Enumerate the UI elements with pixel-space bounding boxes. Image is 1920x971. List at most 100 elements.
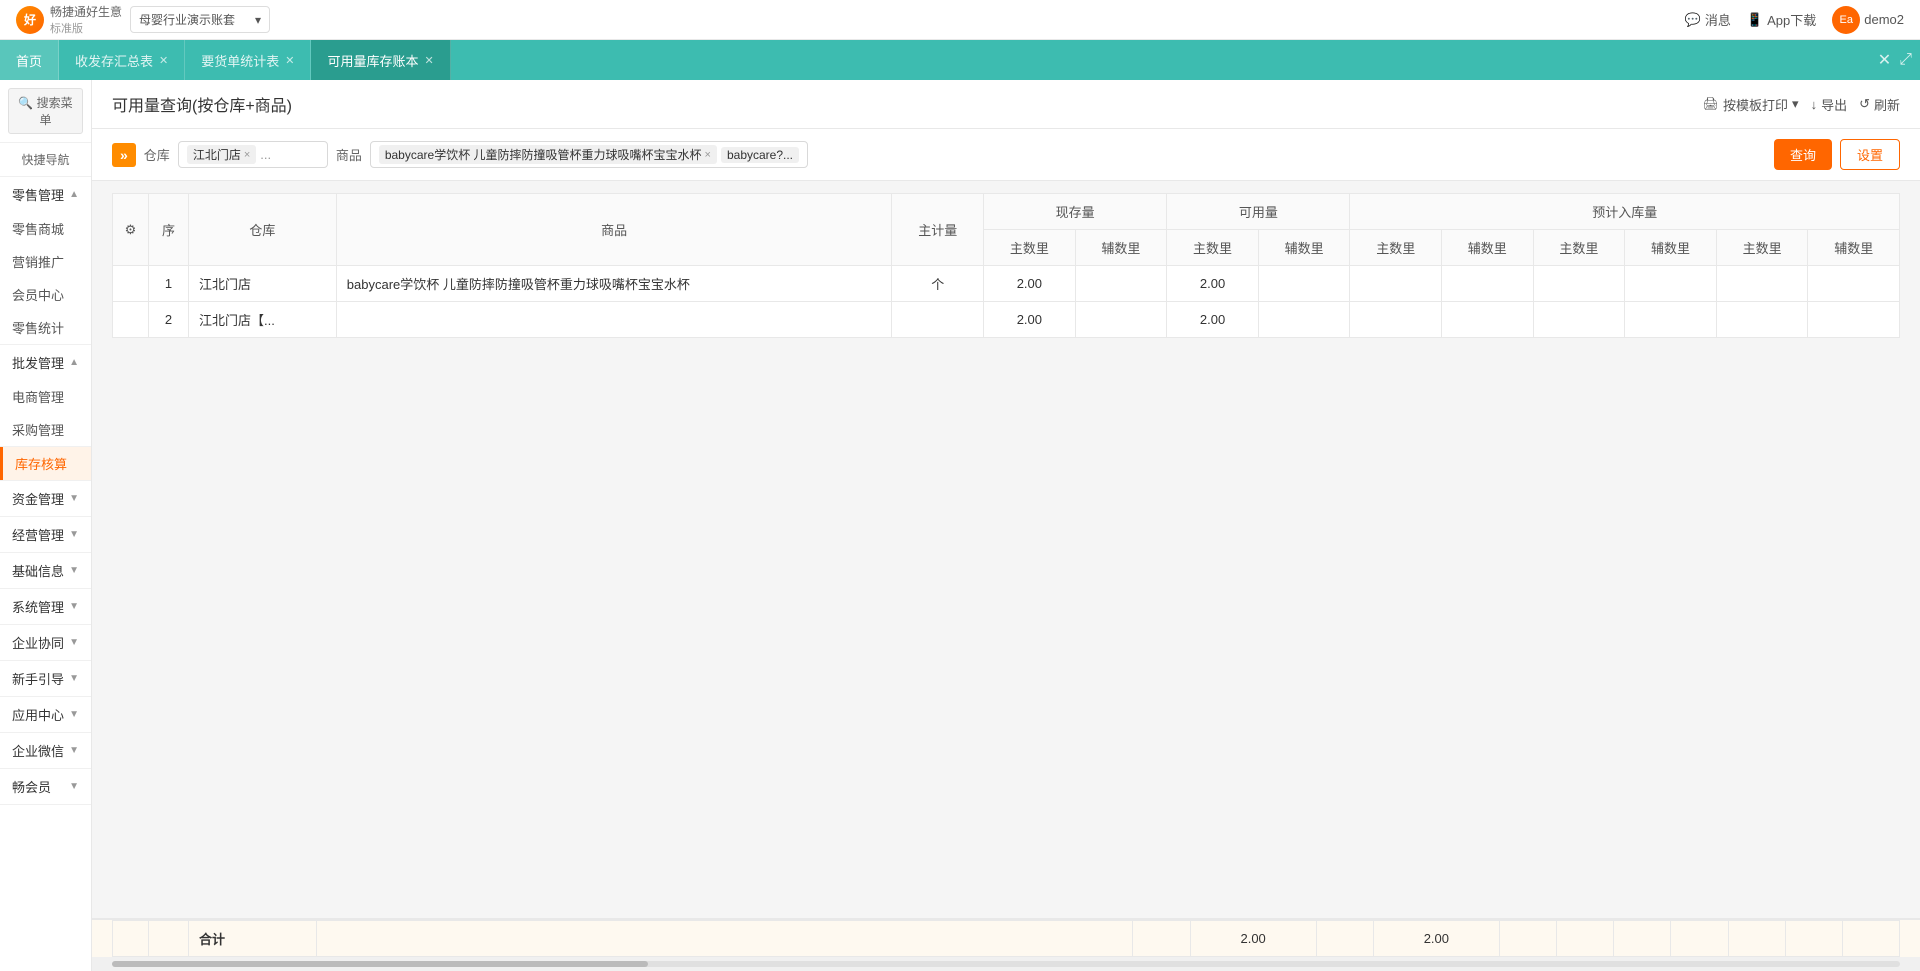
sidebar-quick-nav[interactable]: 快捷导航 — [0, 143, 91, 177]
export-btn[interactable]: ↓ 导出 — [1811, 95, 1848, 114]
data-table: ⚙ 序 仓库 商品 主计量 现存量 可用量 预计入库量 主数里 辅数里 主数里 … — [112, 193, 1900, 338]
product-tag-2-text: babycare?... — [727, 148, 793, 162]
member-arrow: ▼ — [69, 781, 79, 792]
newbie-label: 新手引导 — [12, 669, 64, 688]
sidebar-section-retail-header[interactable]: 零售管理 ▲ — [0, 177, 91, 212]
tab-close-all-btn[interactable]: ✕ — [1878, 50, 1891, 70]
filter-toggle-btn[interactable]: » — [112, 143, 136, 167]
warehouse-label: 仓库 — [144, 145, 170, 164]
cell-incoming-main-1 — [1533, 266, 1625, 302]
tab-order-stats-label: 要货单统计表 — [201, 51, 279, 70]
th-stock-group: 现存量 — [984, 194, 1167, 230]
tab-receipts[interactable]: 收发存汇总表 ✕ — [59, 40, 185, 80]
tab-available-stock-close[interactable]: ✕ — [425, 54, 434, 67]
th-planned-group: 预计入库量 — [1350, 194, 1900, 230]
enterprise-label: 企业协同 — [12, 633, 64, 652]
sidebar-section-wechat-header[interactable]: 企业微信 ▼ — [0, 733, 91, 768]
sidebar-section-member-header[interactable]: 畅会员 ▼ — [0, 769, 91, 804]
wholesale-arrow: ▲ — [69, 357, 79, 368]
search-label: 搜索菜单 — [37, 96, 73, 127]
tab-home[interactable]: 首页 — [0, 40, 59, 80]
top-bar-left: 好 畅捷通好生意 标准版 母婴行业演示账套 ▾ — [16, 3, 270, 36]
sidebar-item-member-center[interactable]: 会员中心 — [0, 278, 91, 311]
footer-cell-no — [149, 921, 189, 957]
sidebar-item-purchase[interactable]: 采购管理 — [0, 413, 91, 446]
sidebar-section-finance-header[interactable]: 资金管理 ▼ — [0, 481, 91, 516]
message-btn[interactable]: 💬 消息 — [1685, 10, 1731, 29]
tab-order-stats[interactable]: 要货单统计表 ✕ — [185, 40, 311, 80]
product-tag-1-close[interactable]: × — [705, 149, 711, 161]
system-arrow: ▼ — [69, 601, 79, 612]
filter-area: » 仓库 江北门店 × ... 商品 babycare学饮杯 儿童防摔防撞吸管杯… — [92, 129, 1920, 181]
app-download-btn[interactable]: 📱 App下载 — [1747, 10, 1816, 29]
cell-product-1: babycare学饮杯 儿童防摔防撞吸管杯重力球吸嘴杯宝宝水杯 — [336, 266, 892, 302]
sidebar: 🔍 搜索菜单 快捷导航 零售管理 ▲ 零售商城 营销推广 会员中心 零售统计 批… — [0, 80, 92, 971]
sidebar-section-system-header[interactable]: 系统管理 ▼ — [0, 589, 91, 624]
tab-expand-btn[interactable]: ⤢ — [1899, 51, 1912, 69]
tab-receipts-close[interactable]: ✕ — [159, 54, 168, 67]
sidebar-section-enterprise-header[interactable]: 企业协同 ▼ — [0, 625, 91, 660]
print-btn[interactable]: 🖨 按模板打印 ▾ — [1703, 95, 1799, 114]
tab-bar: 首页 收发存汇总表 ✕ 要货单统计表 ✕ 可用量库存账本 ✕ ✕ ⤢ — [0, 40, 1920, 80]
user-profile[interactable]: Ea demo2 — [1832, 6, 1904, 34]
top-bar: 好 畅捷通好生意 标准版 母婴行业演示账套 ▾ 💬 消息 📱 App下载 Ea … — [0, 0, 1920, 40]
cell-purchase-main-1 — [1350, 266, 1442, 302]
sidebar-section-appstore-header[interactable]: 应用中心 ▼ — [0, 697, 91, 732]
sidebar-section-newbie: 新手引导 ▼ — [0, 661, 91, 697]
horizontal-scrollbar[interactable] — [92, 957, 1920, 971]
product-label: 商品 — [336, 145, 362, 164]
sidebar-section-basic: 基础信息 ▼ — [0, 553, 91, 589]
tab-order-stats-close[interactable]: ✕ — [285, 54, 294, 67]
sidebar-item-ecommerce[interactable]: 电商管理 — [0, 380, 91, 413]
sidebar-section-basic-header[interactable]: 基础信息 ▼ — [0, 553, 91, 588]
product-filter-input[interactable]: babycare学饮杯 儿童防摔防撞吸管杯重力球吸嘴杯宝宝水杯 × babyca… — [370, 141, 808, 168]
cell-no-1: 1 — [149, 266, 189, 302]
query-btn[interactable]: 查询 — [1774, 139, 1832, 170]
warehouse-filter-input[interactable]: 江北门店 × ... — [178, 141, 328, 168]
sidebar-section-retail: 零售管理 ▲ 零售商城 营销推广 会员中心 零售统计 — [0, 177, 91, 345]
table-row: 2 江北门店【... 2.00 2.00 — [113, 302, 1900, 338]
sidebar-search-btn[interactable]: 🔍 搜索菜单 — [8, 88, 83, 134]
sidebar-section-enterprise: 企业协同 ▼ — [0, 625, 91, 661]
member-label: 畅会员 — [12, 777, 51, 796]
warehouse-tag: 江北门店 × — [187, 145, 256, 164]
footer-purchase-main — [1557, 921, 1614, 957]
sidebar-item-retail-stats[interactable]: 零售统计 — [0, 311, 91, 344]
footer-cell-gear — [113, 921, 149, 957]
industry-selector[interactable]: 母婴行业演示账套 ▾ — [130, 6, 270, 33]
refresh-icon: ↺ — [1859, 96, 1870, 112]
sidebar-item-retail-mall[interactable]: 零售商城 — [0, 212, 91, 245]
cell-unit-1: 个 — [892, 266, 984, 302]
avatar: Ea — [1832, 6, 1860, 34]
sidebar-section-wholesale-header[interactable]: 批发管理 ▲ — [0, 345, 91, 380]
sidebar-item-inventory[interactable]: 库存核算 — [0, 447, 91, 480]
th-production-main: 主数里 — [1716, 230, 1808, 266]
sidebar-section-wechat: 企业微信 ▼ — [0, 733, 91, 769]
tab-available-stock[interactable]: 可用量库存账本 ✕ — [311, 40, 450, 80]
sidebar-section-operations-header[interactable]: 经营管理 ▼ — [0, 517, 91, 552]
th-available-main: 主数里 — [1167, 230, 1259, 266]
sidebar-section-newbie-header[interactable]: 新手引导 ▼ — [0, 661, 91, 696]
footer-stock-aux — [1316, 921, 1373, 957]
footer-purchase-aux — [1614, 921, 1671, 957]
cell-stock-main-1: 2.00 — [984, 266, 1076, 302]
main-layout: 🔍 搜索菜单 快捷导航 零售管理 ▲ 零售商城 营销推广 会员中心 零售统计 批… — [0, 80, 1920, 971]
sidebar-section-finance: 资金管理 ▼ — [0, 481, 91, 517]
setting-btn[interactable]: 设置 — [1840, 139, 1900, 170]
tab-receipts-label: 收发存汇总表 — [75, 51, 153, 70]
scrollbar-thumb[interactable] — [112, 961, 648, 967]
th-gear[interactable]: ⚙ — [113, 194, 149, 266]
th-no: 序 — [149, 194, 189, 266]
refresh-btn[interactable]: ↺ 刷新 — [1859, 95, 1900, 114]
warehouse-tag-close[interactable]: × — [244, 149, 250, 161]
footer-unit — [1133, 921, 1190, 957]
basic-arrow: ▼ — [69, 565, 79, 576]
cell-gear-2 — [113, 302, 149, 338]
th-available-group: 可用量 — [1167, 194, 1350, 230]
sidebar-item-marketing[interactable]: 营销推广 — [0, 245, 91, 278]
avatar-text: Ea — [1840, 14, 1853, 26]
sidebar-section-wholesale: 批发管理 ▲ 电商管理 采购管理 — [0, 345, 91, 447]
cell-warehouse-2: 江北门店【... — [189, 302, 337, 338]
th-incoming-main: 主数里 — [1533, 230, 1625, 266]
template-label: 标准版 — [50, 20, 122, 36]
